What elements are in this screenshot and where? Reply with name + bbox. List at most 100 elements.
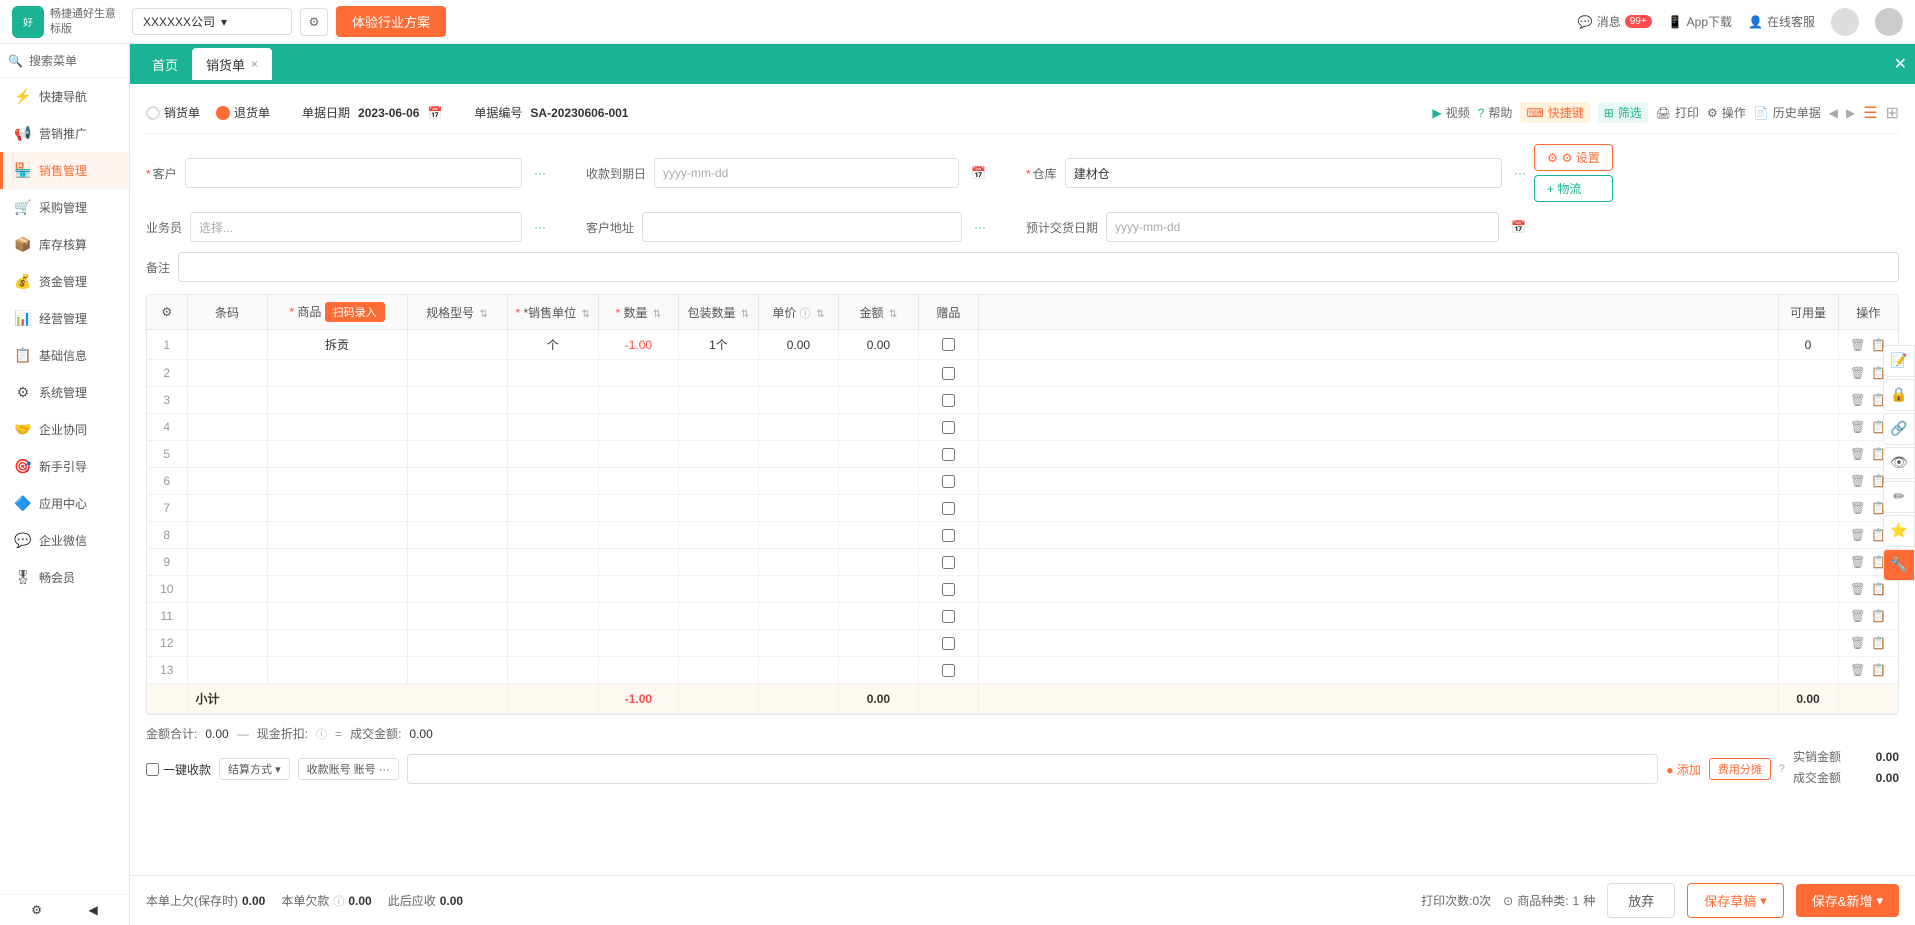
float-lock-btn[interactable]: 🔒 (1883, 379, 1915, 411)
date-calendar-icon[interactable]: 📅 (427, 106, 442, 120)
gift-checkbox-6[interactable] (942, 475, 955, 488)
tab-sales-order[interactable]: 销货单 × (192, 48, 272, 80)
due-date-calendar-icon[interactable]: 📅 (971, 166, 986, 180)
notification-item[interactable]: 💬 消息 99+ (1578, 13, 1652, 30)
print-action[interactable]: 🖨 打印 (1656, 104, 1699, 121)
th-settings[interactable]: ⚙ (147, 295, 187, 330)
delete-icon-8[interactable]: 🗑 (1850, 528, 1865, 542)
row-pkgqty-1[interactable]: 1个 (678, 330, 758, 360)
customer-addr-dots[interactable]: ··· (974, 220, 986, 234)
logistics-button[interactable]: + 物流 (1534, 175, 1613, 202)
discount-info-icon[interactable]: ⓘ (316, 726, 327, 742)
expense-help-icon[interactable]: ? (1779, 763, 1785, 775)
close-window-icon[interactable]: ✕ (1894, 54, 1907, 74)
save-new-button[interactable]: 保存&新增 ▾ (1796, 884, 1899, 917)
sidebar-item-finance[interactable]: 💰 资金管理 (0, 263, 129, 300)
float-note-btn[interactable]: 📝 (1883, 345, 1915, 377)
row-amount-1[interactable]: 0.00 (838, 330, 918, 360)
gift-checkbox-3[interactable] (942, 394, 955, 407)
filter-action[interactable]: ⊞ 筛选 (1598, 102, 1648, 123)
gift-checkbox-11[interactable] (942, 610, 955, 623)
view-list-icon[interactable]: ☰ (1863, 103, 1877, 123)
gift-checkbox-5[interactable] (942, 448, 955, 461)
copy-icon-11[interactable]: 📋 (1871, 609, 1886, 623)
customer-addr-input[interactable] (642, 212, 962, 242)
user-menu[interactable] (1875, 8, 1903, 36)
delete-icon-13[interactable]: 🗑 (1850, 663, 1865, 677)
row-unit-1[interactable]: 个 (507, 330, 598, 360)
sidebar-item-enterprise[interactable]: 🤝 企业协同 (0, 411, 129, 448)
save-draft-button[interactable]: 保存草稿 ▾ (1687, 883, 1784, 918)
gift-checkbox-1[interactable] (942, 338, 955, 351)
one-click-checkbox[interactable] (146, 763, 159, 776)
salesperson-input[interactable]: 选择... (190, 212, 522, 242)
help-action[interactable]: ? 帮助 (1478, 104, 1513, 121)
warehouse-dots[interactable]: ··· (1514, 166, 1526, 180)
warehouse-input[interactable]: 建材仓 (1065, 158, 1502, 188)
sidebar-item-purchase[interactable]: 🛒 采购管理 (0, 189, 129, 226)
delete-icon-9[interactable]: 🗑 (1850, 555, 1865, 569)
float-star-btn[interactable]: ⭐ (1883, 515, 1915, 547)
delete-icon-4[interactable]: 🗑 (1850, 420, 1865, 434)
copy-icon-10[interactable]: 📋 (1871, 582, 1886, 596)
sidebar-item-appstore[interactable]: 🔷 应用中心 (0, 485, 129, 522)
sidebar-item-operations[interactable]: 📊 经营管理 (0, 300, 129, 337)
history-action[interactable]: 📄 历史单据 (1754, 104, 1821, 121)
delete-icon-11[interactable]: 🗑 (1850, 609, 1865, 623)
delivery-calendar-icon[interactable]: 📅 (1511, 220, 1526, 234)
view-grid-icon[interactable]: ⊞ (1886, 103, 1899, 123)
sidebar-item-basics[interactable]: 📋 基础信息 (0, 337, 129, 374)
row-product-1[interactable]: 拆贡 (267, 330, 407, 360)
remarks-input[interactable] (178, 252, 1899, 282)
row-gift-1[interactable] (918, 330, 978, 360)
delete-icon-6[interactable]: 🗑 (1850, 474, 1865, 488)
delivery-date-input[interactable]: yyyy-mm-dd (1106, 212, 1499, 242)
sidebar-item-sales[interactable]: 🏪 销售管理 (0, 152, 129, 189)
delete-icon-7[interactable]: 🗑 (1850, 501, 1865, 515)
sidebar-settings-icon[interactable]: ⚙ (31, 903, 42, 917)
sidebar-search[interactable]: 🔍 搜索菜单 (0, 44, 129, 78)
discard-button[interactable]: 放弃 (1607, 883, 1675, 918)
delete-icon-10[interactable]: 🗑 (1850, 582, 1865, 596)
gift-checkbox-8[interactable] (942, 529, 955, 542)
sidebar-item-inventory[interactable]: 📦 库存核算 (0, 226, 129, 263)
payment-account-dots[interactable]: ··· (379, 764, 390, 776)
total-due-info[interactable]: ⓘ (333, 893, 344, 909)
payment-account-input[interactable]: 收款账号 账号 ··· (298, 758, 399, 780)
due-date-input[interactable]: yyyy-mm-dd (654, 158, 959, 188)
gift-checkbox-10[interactable] (942, 583, 955, 596)
row-price-1[interactable]: 0.00 (758, 330, 838, 360)
tab-home[interactable]: 首页 (138, 48, 192, 80)
sidebar-item-marketing[interactable]: 📢 营销推广 (0, 115, 129, 152)
customer-input[interactable] (185, 158, 522, 188)
gift-checkbox-7[interactable] (942, 502, 955, 515)
payment-amount-input[interactable] (407, 754, 1659, 784)
app-download-item[interactable]: 📱 App下载 (1668, 13, 1732, 30)
row-qty-1[interactable]: -1.00 (598, 330, 678, 360)
tab-close-icon[interactable]: × (251, 57, 258, 71)
gift-checkbox-9[interactable] (942, 556, 955, 569)
product-kind-icon[interactable]: ⊙ (1503, 894, 1513, 908)
gift-checkbox-4[interactable] (942, 421, 955, 434)
delete-icon-3[interactable]: 🗑 (1850, 393, 1865, 407)
copy-icon-13[interactable]: 📋 (1871, 663, 1886, 677)
video-action[interactable]: ▶ 视频 (1432, 104, 1469, 121)
add-payment-button[interactable]: ● 添加 (1666, 761, 1701, 778)
avatar[interactable] (1831, 8, 1859, 36)
sidebar-item-guide[interactable]: 🎯 新手引导 (0, 448, 129, 485)
operate-action[interactable]: ⚙ 操作 (1707, 104, 1746, 121)
delete-icon-12[interactable]: 🗑 (1850, 636, 1865, 650)
float-view-btn[interactable]: 👁 (1883, 447, 1915, 479)
gift-checkbox-13[interactable] (942, 664, 955, 677)
sidebar-collapse-icon[interactable]: ◀ (89, 903, 98, 917)
delete-icon-1[interactable]: 🗑 (1850, 338, 1865, 352)
setup-button[interactable]: ⚙ ⚙ 设置 (1534, 144, 1613, 171)
salesperson-dots[interactable]: ··· (534, 220, 546, 234)
gift-checkbox-2[interactable] (942, 367, 955, 380)
expense-split-button[interactable]: 费用分摊 (1709, 758, 1771, 780)
shortcut-action[interactable]: ⌨ 快捷键 (1520, 102, 1589, 123)
scan-button[interactable]: 扫码录入 (325, 302, 385, 322)
nav-next-icon[interactable]: ▶ (1846, 106, 1855, 120)
nav-prev-icon[interactable]: ◀ (1829, 106, 1838, 120)
radio-sale-order[interactable]: 销货单 (146, 104, 200, 121)
